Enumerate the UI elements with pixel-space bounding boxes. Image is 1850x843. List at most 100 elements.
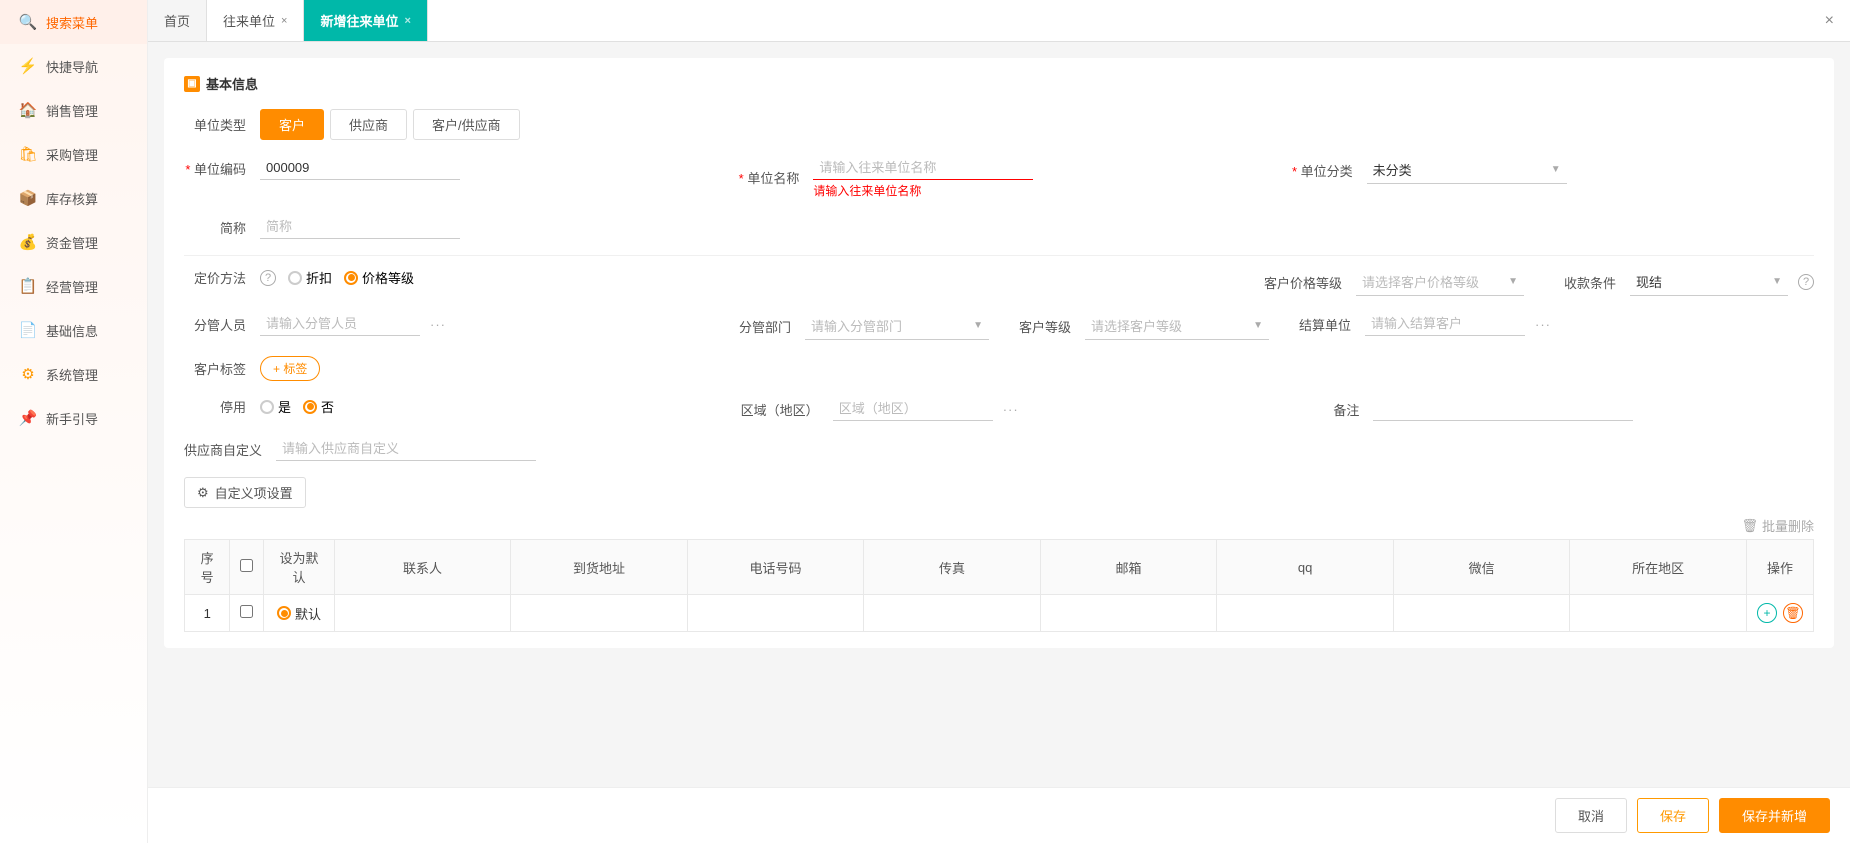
customer-tag-field: 客户标签 + 标签 [184,356,1814,381]
select-all-checkbox[interactable] [240,559,253,572]
cancel-button[interactable]: 取消 [1555,798,1627,833]
settlement-more-icon[interactable]: ··· [1531,317,1555,332]
radio-no[interactable]: 否 [303,397,334,416]
radio-price-level-label: 价格等级 [362,268,414,287]
sidebar-item-basic[interactable]: 📄 基础信息 [0,308,147,352]
type-btn-supplier[interactable]: 供应商 [330,109,407,140]
add-row-button[interactable]: + [1757,603,1777,623]
customer-price-level-select[interactable]: 请选择客户价格等级 ▼ [1356,268,1524,296]
customer-price-level-field: 客户价格等级 请选择客户价格等级 ▼ [1264,268,1524,296]
default-radio[interactable]: 默认 [274,604,323,623]
tab-partners-close[interactable]: × [281,15,287,27]
form-content: ▣ 基本信息 单位类型 客户 供应商 客户/供应商 单位编码 [148,42,1850,787]
cell-email[interactable] [1040,595,1217,632]
unit-category-select[interactable]: 未分类 ▼ [1367,156,1567,184]
col-qq: qq [1217,540,1394,595]
cell-fax[interactable] [864,595,1041,632]
disable-field: 停用 是 否 [184,397,701,416]
cell-phone[interactable] [687,595,864,632]
radio-yes-label: 是 [278,397,291,416]
delete-row-button[interactable]: 🗑 [1783,603,1803,623]
unit-code-field: 单位编码 [184,156,707,180]
row-checkbox[interactable] [240,605,253,618]
sidebar-item-system[interactable]: ⚙ 系统管理 [0,352,147,396]
short-name-input[interactable] [260,215,460,239]
sidebar-item-finance[interactable]: 💰 资金管理 [0,220,147,264]
col-default [230,540,264,595]
unit-name-input[interactable] [813,156,1033,180]
settlement-unit-field: 结算单位 ··· [1289,312,1814,336]
sidebar-item-label: 快捷导航 [46,57,98,76]
customer-level-placeholder: 请选择客户等级 [1091,316,1249,335]
contact-input[interactable] [345,606,501,621]
payment-terms-select[interactable]: 现结 ▼ [1630,268,1788,296]
col-phone: 电话号码 [687,540,864,595]
batch-delete-button[interactable]: 🗑 批量删除 [1741,516,1814,535]
address-input[interactable] [521,606,677,621]
section-title: ▣ 基本信息 [184,74,1814,93]
customer-level-label: 客户等级 [1009,317,1079,336]
cell-contact[interactable] [334,595,511,632]
region-more-icon[interactable]: ··· [999,402,1023,417]
section-title-icon: ▣ [184,76,200,92]
window-close-button[interactable]: × [1809,12,1850,30]
manager-input[interactable] [260,312,420,336]
department-select[interactable]: 请输入分管部门 ▼ [805,312,989,340]
radio-yes[interactable]: 是 [260,397,291,416]
remark-input[interactable] [1373,397,1633,421]
region-label: 区域（地区） [741,400,827,419]
cell-wechat[interactable] [1393,595,1570,632]
tab-partners[interactable]: 往来单位 × [207,0,304,41]
sidebar-item-search[interactable]: 🔍 搜索菜单 [0,0,147,44]
tab-home[interactable]: 首页 [148,0,207,41]
tab-new-partner-label: 新增往来单位 [320,11,398,30]
department-chevron: ▼ [973,320,983,331]
contact-table: 序号 设为默认 联系人 到货地址 电话号码 传真 邮箱 qq 微信 [184,539,1814,632]
tab-new-partner-close[interactable]: × [404,15,410,27]
cell-address[interactable] [511,595,688,632]
wechat-input[interactable] [1404,606,1560,621]
manager-more-icon[interactable]: ··· [426,317,450,332]
table-region-input[interactable] [1580,606,1736,621]
short-name-label: 简称 [184,218,254,237]
save-button[interactable]: 保存 [1637,798,1709,833]
fax-input[interactable] [874,606,1030,621]
tab-bar: 首页 往来单位 × 新增往来单位 × × [148,0,1850,42]
customer-price-level-chevron: ▼ [1508,276,1518,287]
email-input[interactable] [1051,606,1207,621]
sidebar-item-sales[interactable]: 🏠 销售管理 [0,88,147,132]
sidebar-item-purchase[interactable]: 🛍 采购管理 [0,132,147,176]
tab-new-partner[interactable]: 新增往来单位 × [304,0,427,41]
sidebar-item-label: 库存核算 [46,189,98,208]
save-and-new-button[interactable]: 保存并新增 [1719,798,1830,833]
payment-terms-help-icon[interactable]: ? [1798,274,1814,290]
pricing-help-icon[interactable]: ? [260,270,276,286]
customer-level-select[interactable]: 请选择客户等级 ▼ [1085,312,1269,340]
add-tag-button[interactable]: + 标签 [260,356,320,381]
unit-info-row: 单位编码 单位名称 请输入往来单位名称 单位分类 未分类 ▼ [184,156,1814,199]
unit-code-input[interactable] [260,156,460,180]
cell-qq[interactable] [1217,595,1394,632]
custom-settings-button[interactable]: ⚙ 自定义项设置 [184,477,306,508]
region-input[interactable] [833,397,993,421]
radio-price-level[interactable]: 价格等级 [344,268,414,287]
disable-radio-group: 是 否 [260,397,334,416]
phone-input[interactable] [698,606,854,621]
sidebar-item-operations[interactable]: 📋 经营管理 [0,264,147,308]
cell-region[interactable] [1570,595,1747,632]
sidebar-item-newbie[interactable]: 📌 新手引导 [0,396,147,440]
supplier-custom-input[interactable] [276,437,536,461]
radio-discount[interactable]: 折扣 [288,268,332,287]
sidebar-item-quick-nav[interactable]: ⚡ 快捷导航 [0,44,147,88]
department-label: 分管部门 [729,317,799,336]
type-btn-customer[interactable]: 客户 [260,109,324,140]
default-radio-label: 默认 [295,604,321,623]
sidebar-item-label: 新手引导 [46,409,98,428]
settlement-unit-input[interactable] [1365,312,1525,336]
sidebar-item-inventory[interactable]: 📦 库存核算 [0,176,147,220]
qq-input[interactable] [1227,606,1383,621]
sidebar-item-label: 搜索菜单 [46,13,98,32]
manager-row: 分管人员 ··· 分管部门 请输入分管部门 ▼ 客户等级 请选择客户等级 ▼ [184,312,1814,340]
unit-type-buttons: 客户 供应商 客户/供应商 [260,109,520,140]
type-btn-both[interactable]: 客户/供应商 [413,109,520,140]
